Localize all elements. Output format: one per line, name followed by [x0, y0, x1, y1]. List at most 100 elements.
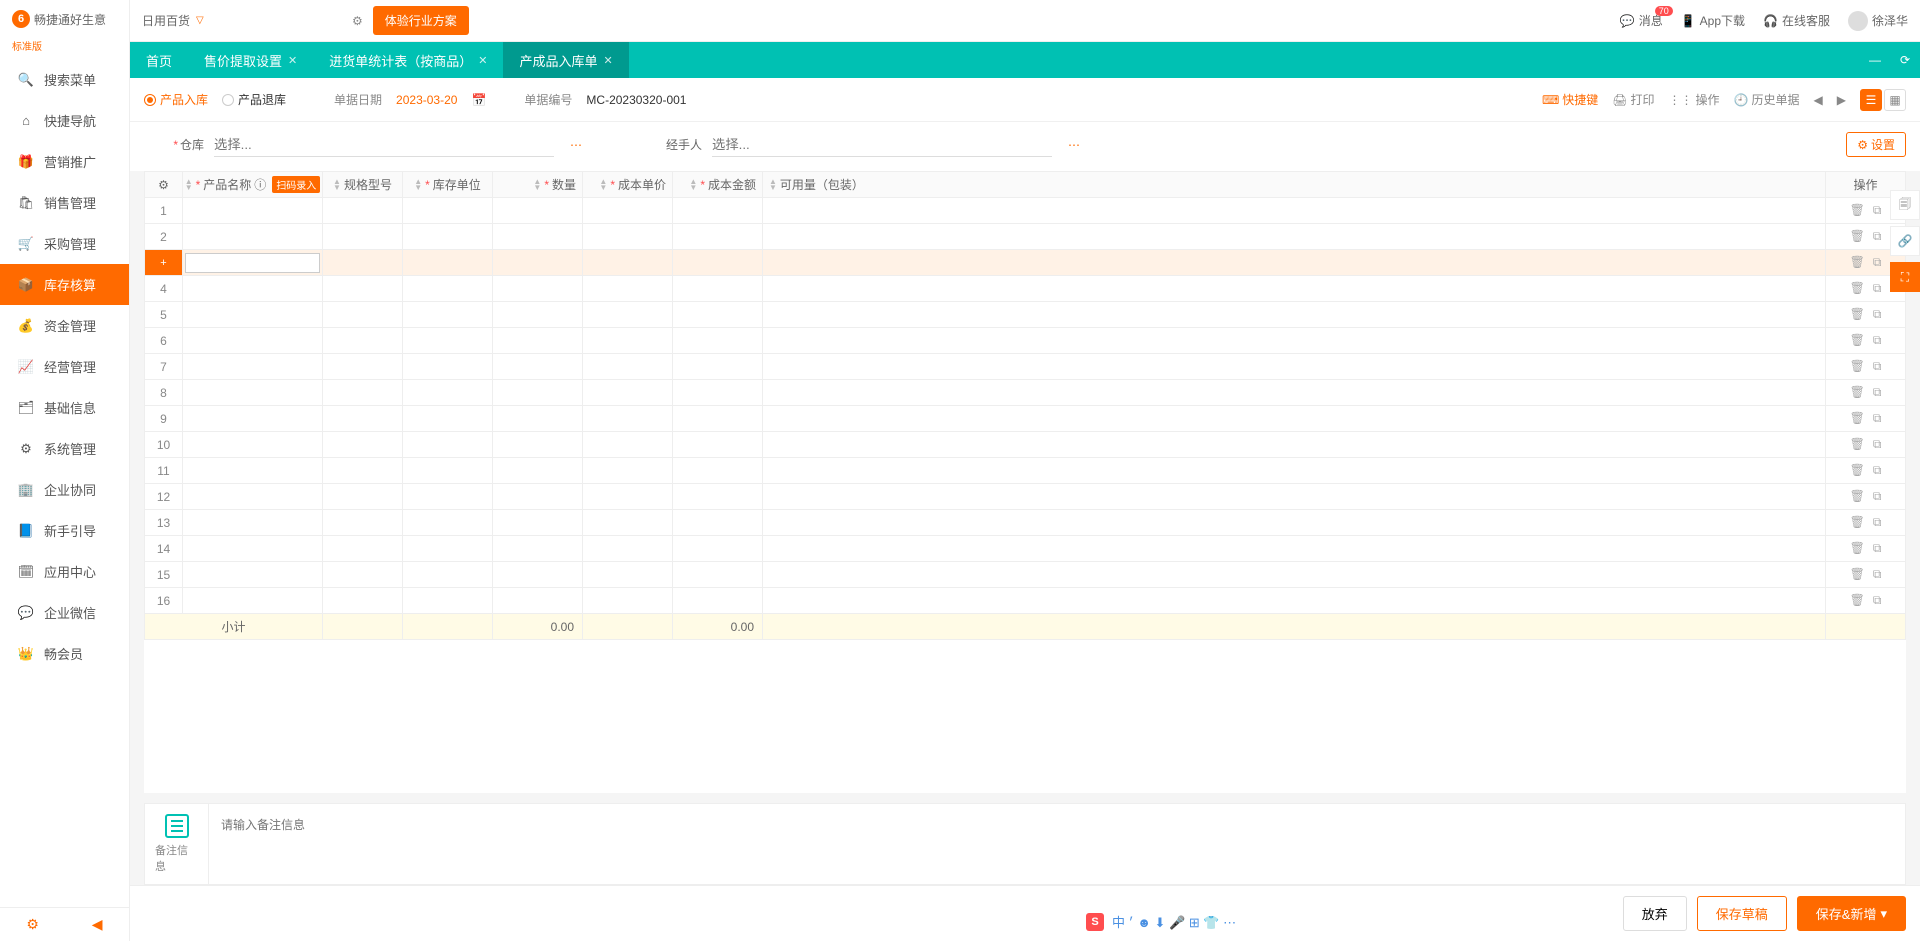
- nav-item-12[interactable]: 🗓应用中心: [0, 551, 129, 592]
- nav-item-11[interactable]: 📘新手引导: [0, 510, 129, 551]
- sogou-icon[interactable]: S: [1086, 913, 1104, 931]
- tab-2[interactable]: 进货单统计表（按商品）✕: [313, 42, 503, 78]
- print-button[interactable]: 🖨 打印: [1612, 91, 1654, 108]
- messages[interactable]: 💬 消息 70: [1620, 12, 1663, 29]
- delete-icon[interactable]: 🗑: [1850, 567, 1865, 581]
- copy-icon[interactable]: ⧉: [1873, 463, 1882, 477]
- nav-item-9[interactable]: ⚙系统管理: [0, 428, 129, 469]
- user-menu[interactable]: 徐泽华: [1848, 11, 1908, 31]
- history-button[interactable]: 🕘 历史单据: [1734, 91, 1800, 108]
- prev-doc-button[interactable]: ◀: [1814, 93, 1823, 107]
- date-value[interactable]: 2023-03-20: [396, 93, 457, 107]
- copy-icon[interactable]: ⧉: [1873, 307, 1882, 321]
- nav-item-14[interactable]: 👑畅会员: [0, 633, 129, 674]
- copy-icon[interactable]: ⧉: [1873, 411, 1882, 425]
- tab-3[interactable]: 产成品入库单✕: [503, 42, 628, 78]
- nav-item-7[interactable]: 📈经营管理: [0, 346, 129, 387]
- delete-icon[interactable]: 🗑: [1850, 463, 1865, 477]
- delete-icon[interactable]: 🗑: [1850, 515, 1865, 529]
- table-row[interactable]: 1🗑⧉: [145, 198, 1906, 224]
- refresh-tab-button[interactable]: ⟳: [1890, 53, 1920, 67]
- sort-icon[interactable]: ▲▼: [533, 179, 541, 191]
- handler-more-icon[interactable]: ⋯: [1068, 138, 1080, 152]
- copy-icon[interactable]: ⧉: [1873, 437, 1882, 451]
- table-row[interactable]: 15🗑⧉: [145, 562, 1906, 588]
- delete-icon[interactable]: 🗑: [1850, 411, 1865, 425]
- copy-icon[interactable]: ⧉: [1873, 255, 1882, 269]
- table-row[interactable]: 13🗑⧉: [145, 510, 1906, 536]
- close-icon[interactable]: ✕: [478, 54, 487, 67]
- sort-icon[interactable]: ▲▼: [769, 179, 777, 191]
- close-icon[interactable]: ✕: [288, 54, 297, 67]
- sort-icon[interactable]: ▲▼: [414, 179, 422, 191]
- copy-icon[interactable]: ⧉: [1873, 567, 1882, 581]
- table-row[interactable]: 7🗑⧉: [145, 354, 1906, 380]
- add-row-icon[interactable]: +: [156, 255, 172, 271]
- delete-icon[interactable]: 🗑: [1850, 307, 1865, 321]
- warehouse-input[interactable]: [214, 133, 554, 157]
- minimize-tab-button[interactable]: —: [1860, 53, 1890, 67]
- nav-item-6[interactable]: 💰资金管理: [0, 305, 129, 346]
- operate-button[interactable]: ⋮⋮ 操作: [1669, 91, 1720, 108]
- nav-item-3[interactable]: 🛍销售管理: [0, 182, 129, 223]
- table-row[interactable]: 6🗑⧉: [145, 328, 1906, 354]
- delete-icon[interactable]: 🗑: [1850, 203, 1865, 217]
- nav-item-8[interactable]: 🗂基础信息: [0, 387, 129, 428]
- warehouse-more-icon[interactable]: ⋯: [570, 138, 582, 152]
- copy-icon[interactable]: ⧉: [1873, 541, 1882, 555]
- app-download[interactable]: 📱 App下载: [1681, 12, 1745, 29]
- table-row[interactable]: 11🗑⧉: [145, 458, 1906, 484]
- nav-item-0[interactable]: 🔍搜索菜单: [0, 59, 129, 100]
- copy-icon[interactable]: ⧉: [1873, 359, 1882, 373]
- discard-button[interactable]: 放弃: [1623, 896, 1687, 931]
- nav-item-5[interactable]: 📦库存核算: [0, 264, 129, 305]
- sort-icon[interactable]: ▲▼: [185, 179, 193, 191]
- copy-icon[interactable]: ⧉: [1873, 593, 1882, 607]
- table-row[interactable]: 10🗑⧉: [145, 432, 1906, 458]
- table-row[interactable]: 12🗑⧉: [145, 484, 1906, 510]
- table-row[interactable]: 16🗑⧉: [145, 588, 1906, 614]
- sort-icon[interactable]: ▲▼: [333, 179, 341, 191]
- settings-button[interactable]: ⚙ 设置: [1846, 132, 1906, 157]
- scan-tag[interactable]: 扫码录入: [272, 176, 320, 193]
- radio-product-in[interactable]: 产品入库: [144, 91, 208, 108]
- ime-chars[interactable]: 中 ׳ ☻ ⬇ 🎤 ⊞ 👕 ⋯: [1112, 912, 1236, 931]
- help-icon[interactable]: ⓘ: [254, 176, 266, 193]
- table-row[interactable]: 9🗑⧉: [145, 406, 1906, 432]
- table-row[interactable]: 4🗑⧉: [145, 276, 1906, 302]
- copy-icon[interactable]: ⧉: [1873, 281, 1882, 295]
- calendar-icon[interactable]: 📅: [471, 93, 486, 107]
- gear-icon[interactable]: ⚙: [158, 178, 169, 192]
- save-draft-button[interactable]: 保存草稿: [1697, 896, 1787, 931]
- save-new-button[interactable]: 保存&新增 ▾: [1797, 896, 1906, 931]
- nav-item-2[interactable]: 🎁营销推广: [0, 141, 129, 182]
- experience-button[interactable]: 体验行业方案: [373, 6, 469, 35]
- nav-item-10[interactable]: 🏢企业协同: [0, 469, 129, 510]
- handler-input[interactable]: [712, 133, 1052, 157]
- copy-icon[interactable]: ⧉: [1873, 385, 1882, 399]
- rail-btn-2[interactable]: 🔗: [1890, 226, 1920, 256]
- delete-icon[interactable]: 🗑: [1850, 255, 1865, 269]
- sort-icon[interactable]: ▲▼: [689, 179, 697, 191]
- copy-icon[interactable]: ⧉: [1873, 489, 1882, 503]
- view-grid-button[interactable]: ▦: [1884, 89, 1906, 111]
- copy-icon[interactable]: ⧉: [1873, 515, 1882, 529]
- radio-product-out[interactable]: 产品退库: [222, 91, 286, 108]
- delete-icon[interactable]: 🗑: [1850, 541, 1865, 555]
- table-row[interactable]: 14🗑⧉: [145, 536, 1906, 562]
- delete-icon[interactable]: 🗑: [1850, 593, 1865, 607]
- close-icon[interactable]: ✕: [604, 54, 613, 67]
- online-service[interactable]: 🎧 在线客服: [1763, 12, 1830, 29]
- shop-selector[interactable]: 日用百货 ▽: [142, 12, 342, 29]
- rail-btn-1[interactable]: 🗐: [1890, 190, 1920, 220]
- delete-icon[interactable]: 🗑: [1850, 385, 1865, 399]
- remarks-input[interactable]: [209, 804, 1905, 884]
- delete-icon[interactable]: 🗑: [1850, 229, 1865, 243]
- copy-icon[interactable]: ⧉: [1873, 333, 1882, 347]
- collapse-icon[interactable]: ◀: [92, 916, 103, 933]
- table-row[interactable]: 8🗑⧉: [145, 380, 1906, 406]
- shortcut-button[interactable]: ⌨ 快捷键: [1542, 91, 1598, 108]
- delete-icon[interactable]: 🗑: [1850, 359, 1865, 373]
- tab-0[interactable]: 首页: [130, 42, 188, 78]
- delete-icon[interactable]: 🗑: [1850, 281, 1865, 295]
